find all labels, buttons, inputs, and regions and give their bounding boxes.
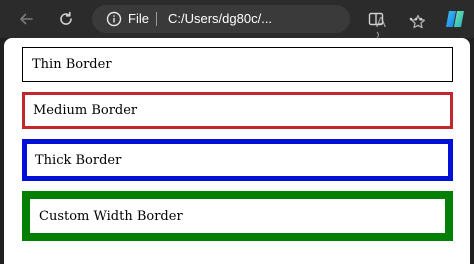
info-circle-icon[interactable]: [106, 11, 122, 27]
copilot-icon[interactable]: [444, 9, 466, 33]
address-divider: [156, 12, 157, 26]
arrow-left-icon[interactable]: [12, 5, 40, 33]
more-horizontal-icon[interactable]: [408, 11, 424, 31]
thick-border-box: Thick Border: [22, 139, 453, 181]
thin-border-box: Thin Border: [22, 47, 453, 82]
split-screen-icon[interactable]: [368, 11, 384, 31]
refresh-icon[interactable]: [52, 5, 80, 33]
page-content: Thin Border Medium Border Thick Border C…: [4, 38, 470, 264]
address-bar[interactable]: File C:/Users/dg80c/... A: [92, 5, 426, 39]
url-scheme-label: File: [128, 11, 149, 26]
thick-border-label: Thick Border: [35, 152, 122, 168]
custom-width-border-box: Custom Width Border: [22, 191, 453, 241]
url-text[interactable]: C:/Users/dg80c/...: [168, 11, 272, 27]
browser-toolbar: File C:/Users/dg80c/... A: [0, 0, 474, 39]
medium-border-label: Medium Border: [33, 103, 138, 118]
custom-width-border-label: Custom Width Border: [39, 208, 183, 224]
medium-border-box: Medium Border: [22, 92, 453, 129]
thin-border-label: Thin Border: [32, 57, 112, 72]
